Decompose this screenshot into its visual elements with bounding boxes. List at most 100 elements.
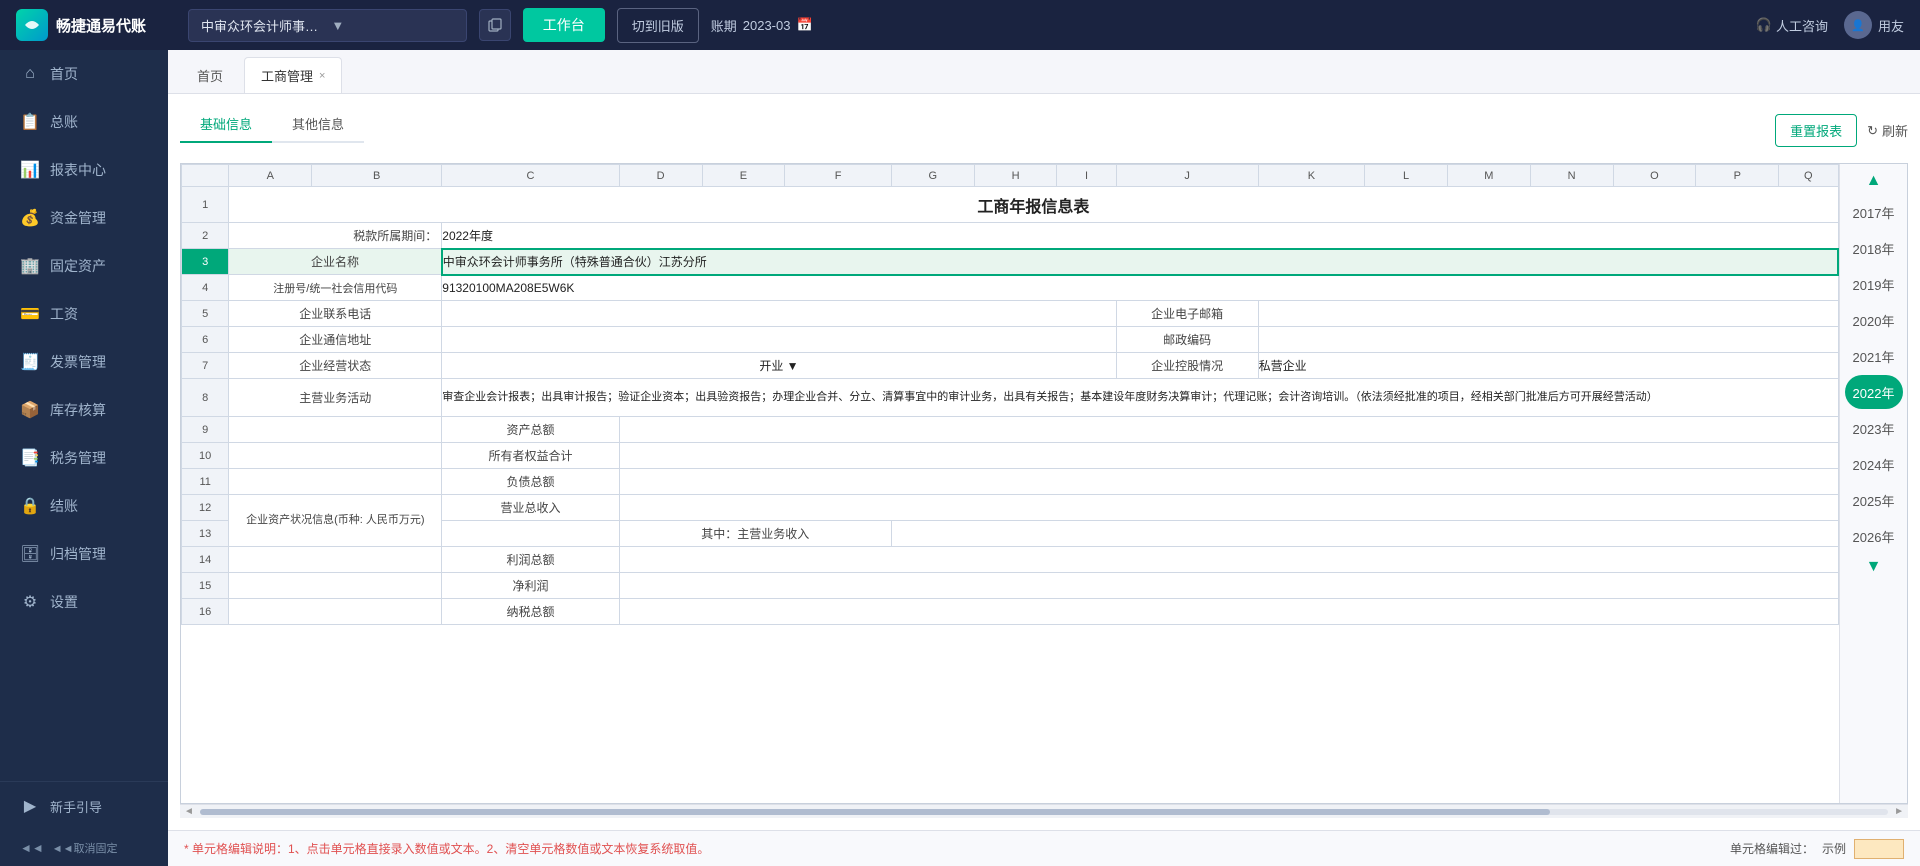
row-num-3: 3 bbox=[182, 249, 229, 275]
col-header-G[interactable]: G bbox=[891, 165, 974, 187]
sidebar-item-funds[interactable]: 💰 资金管理 bbox=[0, 194, 168, 242]
table-row: 14 利润总额 bbox=[182, 547, 1839, 573]
company-name: 中审众环会计师事务所（特殊普通合伙... bbox=[201, 16, 323, 35]
cell-10-label: 所有者权益合计 bbox=[442, 443, 619, 469]
cell-6-post[interactable] bbox=[1258, 327, 1838, 353]
col-header-A[interactable]: A bbox=[229, 165, 312, 187]
cell-7-status[interactable]: 开业 ▼ bbox=[442, 353, 1116, 379]
year-item-2022[interactable]: 2022年 bbox=[1845, 375, 1903, 409]
cell-title[interactable]: 工商年报信息表 bbox=[229, 187, 1838, 223]
sidebar-item-invoice[interactable]: 🧾 发票管理 bbox=[0, 338, 168, 386]
sub-tab-basic[interactable]: 基础信息 bbox=[180, 106, 272, 143]
cell-12-label: 营业总收入 bbox=[442, 495, 619, 521]
home-icon: ⌂ bbox=[20, 65, 40, 83]
sub-tab-other[interactable]: 其他信息 bbox=[272, 106, 364, 143]
period-label: 账期 bbox=[711, 16, 737, 35]
cell-5-phone[interactable] bbox=[442, 301, 1116, 327]
cell-3-value[interactable]: 中审众环会计师事务所（特殊普通合伙）江苏分所 bbox=[442, 249, 1838, 275]
main-layout: ⌂ 首页 📋 总账 📊 报表中心 💰 资金管理 🏢 固定资产 💳 工资 bbox=[0, 50, 1920, 866]
sidebar-item-close[interactable]: 🔒 结账 bbox=[0, 482, 168, 530]
hscroll-bar[interactable]: ◄ ► bbox=[180, 804, 1908, 818]
refresh-button[interactable]: ↻ 刷新 bbox=[1867, 121, 1908, 140]
col-header-L[interactable]: L bbox=[1365, 165, 1448, 187]
year-scroll-down-button[interactable]: ▼ bbox=[1858, 554, 1890, 580]
cell-9-value[interactable] bbox=[619, 417, 1838, 443]
calendar-icon[interactable]: 📅 bbox=[796, 17, 812, 33]
col-header-P[interactable]: P bbox=[1696, 165, 1779, 187]
copy-company-button[interactable] bbox=[479, 9, 511, 41]
cell-2-value[interactable]: 2022年度 bbox=[442, 223, 1838, 249]
col-header-I[interactable]: I bbox=[1057, 165, 1116, 187]
spreadsheet-table: A B C D E F G H I J bbox=[181, 164, 1839, 625]
user-button[interactable]: 👤 用友 bbox=[1844, 11, 1904, 39]
sidebar-label-assets: 固定资产 bbox=[50, 256, 106, 276]
app-title: 畅捷通易代账 bbox=[56, 15, 146, 36]
cell-5-email[interactable] bbox=[1258, 301, 1838, 327]
sidebar-item-payroll[interactable]: 💳 工资 bbox=[0, 290, 168, 338]
unpin-button[interactable]: ◄◄ ◄◄取消固定 bbox=[0, 830, 168, 866]
col-header-E[interactable]: E bbox=[702, 165, 785, 187]
year-item-2023[interactable]: 2023年 bbox=[1845, 411, 1903, 445]
workbench-button[interactable]: 工作台 bbox=[523, 8, 605, 42]
col-header-N[interactable]: N bbox=[1530, 165, 1613, 187]
year-item-2025[interactable]: 2025年 bbox=[1845, 483, 1903, 517]
col-header-C[interactable]: C bbox=[442, 165, 619, 187]
col-header-H[interactable]: H bbox=[974, 165, 1057, 187]
col-header-F[interactable]: F bbox=[785, 165, 891, 187]
year-item-2020[interactable]: 2020年 bbox=[1845, 303, 1903, 337]
service-button[interactable]: 🎧 人工咨询 bbox=[1756, 16, 1828, 35]
sidebar-item-tax[interactable]: 📑 税务管理 bbox=[0, 434, 168, 482]
cell-11-value[interactable] bbox=[619, 469, 1838, 495]
year-item-2017[interactable]: 2017年 bbox=[1845, 195, 1903, 229]
row-num-8: 8 bbox=[182, 379, 229, 417]
cell-2-label: 税款所属期间： bbox=[229, 223, 442, 249]
col-header-M[interactable]: M bbox=[1447, 165, 1530, 187]
col-header-Q[interactable]: Q bbox=[1779, 165, 1838, 187]
sidebar-item-archive[interactable]: 🗄 归档管理 bbox=[0, 530, 168, 578]
year-item-2018[interactable]: 2018年 bbox=[1845, 231, 1903, 265]
cell-15-value[interactable] bbox=[619, 573, 1838, 599]
year-item-2019[interactable]: 2019年 bbox=[1845, 267, 1903, 301]
cell-13-value[interactable] bbox=[891, 521, 1838, 547]
cell-4-value[interactable]: 91320100MA208E5W6K bbox=[442, 275, 1838, 301]
year-item-2024[interactable]: 2024年 bbox=[1845, 447, 1903, 481]
sidebar-item-guide[interactable]: ▶ 新手引导 bbox=[0, 782, 168, 830]
headset-icon: 🎧 bbox=[1756, 17, 1772, 33]
cell-6-addr[interactable] bbox=[442, 327, 1116, 353]
tab-home[interactable]: 首页 bbox=[180, 57, 240, 93]
sidebar: ⌂ 首页 📋 总账 📊 报表中心 💰 资金管理 🏢 固定资产 💳 工资 bbox=[0, 50, 168, 866]
cell-10-value[interactable] bbox=[619, 443, 1838, 469]
cell-12-value[interactable] bbox=[619, 495, 1838, 521]
spreadsheet-scroll[interactable]: A B C D E F G H I J bbox=[181, 164, 1839, 803]
cell-7-control[interactable]: 私营企业 bbox=[1258, 353, 1838, 379]
sidebar-item-home[interactable]: ⌂ 首页 bbox=[0, 50, 168, 98]
year-item-2021[interactable]: 2021年 bbox=[1845, 339, 1903, 373]
year-scroll-up-button[interactable]: ▲ bbox=[1858, 168, 1890, 194]
sidebar-item-assets[interactable]: 🏢 固定资产 bbox=[0, 242, 168, 290]
col-header-B[interactable]: B bbox=[312, 165, 442, 187]
col-header-D[interactable]: D bbox=[619, 165, 702, 187]
reset-button[interactable]: 重置报表 bbox=[1775, 114, 1857, 147]
cell-5-email-label: 企业电子邮箱 bbox=[1116, 301, 1258, 327]
cell-15-empty bbox=[229, 573, 442, 599]
sidebar-item-inventory[interactable]: 📦 库存核算 bbox=[0, 386, 168, 434]
sub-tab-other-label: 其他信息 bbox=[292, 117, 344, 132]
col-header-K[interactable]: K bbox=[1258, 165, 1364, 187]
col-header-O[interactable]: O bbox=[1613, 165, 1696, 187]
cell-16-value[interactable] bbox=[619, 599, 1838, 625]
old-version-button[interactable]: 切到旧版 bbox=[617, 8, 699, 43]
company-selector[interactable]: 中审众环会计师事务所（特殊普通合伙... ▼ bbox=[188, 9, 467, 42]
col-header-J[interactable]: J bbox=[1116, 165, 1258, 187]
sub-tab-basic-label: 基础信息 bbox=[200, 117, 252, 132]
cell-8-value[interactable]: 审查企业会计报表；出具审计报告；验证企业资本；出具验资报告；办理企业合并、分立、… bbox=[442, 379, 1838, 417]
table-row: 15 净利润 bbox=[182, 573, 1839, 599]
tab-business[interactable]: 工商管理 × bbox=[244, 57, 342, 93]
sidebar-item-reports[interactable]: 📊 报表中心 bbox=[0, 146, 168, 194]
year-item-2026[interactable]: 2026年 bbox=[1845, 519, 1903, 553]
tab-close-icon[interactable]: × bbox=[319, 70, 325, 82]
sidebar-item-ledger[interactable]: 📋 总账 bbox=[0, 98, 168, 146]
sidebar-item-settings[interactable]: ⚙ 设置 bbox=[0, 578, 168, 626]
cell-14-value[interactable] bbox=[619, 547, 1838, 573]
table-row: 12 企业资产状况信息(币种: 人民币万元) 营业总收入 bbox=[182, 495, 1839, 521]
unpin-icon: ◄◄ bbox=[20, 841, 44, 855]
